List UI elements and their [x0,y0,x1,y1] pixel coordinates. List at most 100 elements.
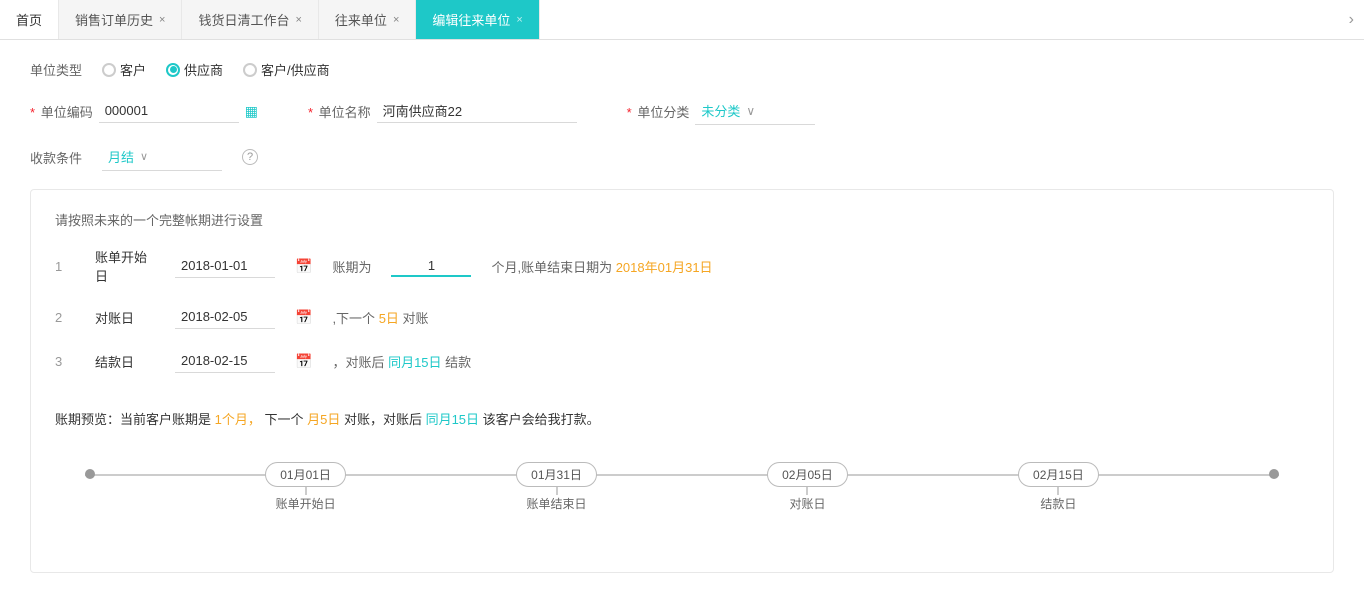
tab-bar: 首页 销售订单历史 × 钱货日清工作台 × 往来单位 × 编辑往来单位 × › [0,0,1364,40]
unit-category-field: * 单位分类 未分类 ∨ [627,97,816,125]
tab-cash-desk-label: 钱货日清工作台 [198,10,289,29]
unit-code-label: * 单位编码 [30,102,93,121]
timeline-node-3: 02月05日 对账日 [767,462,848,512]
tab-sales-history-close[interactable]: × [159,14,165,26]
step-3-row: 3 结款日 📅 ，对账后 同月15日 结款 [55,349,1309,373]
radio-customer-circle [102,63,116,77]
payment-terms-dropdown[interactable]: 月结 ∨ [102,143,222,171]
timeline-label-4: 结款日 [1040,495,1076,512]
unit-name-label: * 单位名称 [308,102,371,121]
step-3-desc: ，对账后 同月15日 结款 [332,352,471,371]
timeline-connector-4 [1057,487,1059,495]
tab-edit-partner[interactable]: 编辑往来单位 × [416,0,539,39]
timeline-label-3: 对账日 [789,495,825,512]
tab-partner[interactable]: 往来单位 × [319,0,416,39]
timeline-badge-1: 01月01日 [265,462,346,487]
unit-category-arrow: ∨ [746,104,755,118]
tab-sales-history[interactable]: 销售订单历史 × [59,0,182,39]
timeline-connector-2 [556,487,558,495]
timeline-connector-1 [305,487,307,495]
payment-terms-arrow: ∨ [140,150,148,163]
step-1-calendar-icon[interactable]: 📅 [295,258,312,275]
unit-code-star: * [30,105,35,120]
radio-both-label: 客户/供应商 [261,60,330,79]
step-1-desc-before: 账期为 [332,257,371,276]
preview-date: 月5日 [307,412,340,427]
payment-terms-label: 收款条件 [30,148,82,167]
preview-payment: 同月15日 [426,412,479,427]
timeline-container: 01月01日 账单开始日 01月31日 账单结束日 02月05日 对账日 [55,452,1309,552]
unit-name-star: * [308,105,313,120]
timeline-label-1: 账单开始日 [276,495,336,512]
step-3-num: 3 [55,354,75,369]
timeline-node-4: 02月15日 结款日 [1018,462,1099,512]
unit-category-star: * [627,105,632,120]
radio-supplier-circle [166,63,180,77]
unit-name-input[interactable] [377,99,577,123]
main-content: 单位类型 客户 供应商 客户/供应商 * 单位编码 ▦ [0,40,1364,608]
step-3-calendar-icon[interactable]: 📅 [295,353,312,370]
step-2-highlight: 5日 [379,311,399,326]
radio-both-circle [243,63,257,77]
tab-bar-arrow[interactable]: › [1339,0,1364,39]
step-1-period-input[interactable] [391,256,471,277]
step-3-label: 结款日 [95,352,155,371]
timeline-node-1: 01月01日 账单开始日 [265,462,346,512]
unit-category-label: * 单位分类 [627,102,690,121]
radio-customer-label: 客户 [120,60,146,79]
timeline-badge-4: 02月15日 [1018,462,1099,487]
step-2-calendar-icon[interactable]: 📅 [295,309,312,326]
unit-category-dropdown[interactable]: 未分类 ∨ [695,97,815,125]
step-1-desc-after: 个月,账单结束日期为 2018年01月31日 [491,257,712,276]
step-1-date-input[interactable] [175,254,275,278]
unit-code-field: * 单位编码 ▦ [30,99,258,123]
timeline-badge-2: 01月31日 [516,462,597,487]
step-1-num: 1 [55,259,75,274]
preview-section: 账期预览：当前客户账期是 1个月， 下一个 月5日 对账，对账后 同月15日 该… [55,393,1309,444]
unit-code-icon[interactable]: ▦ [245,103,258,120]
timeline-label-2: 账单结束日 [527,495,587,512]
timeline-end [1269,462,1279,479]
step-1-row: 1 账单开始日 📅 账期为 个月,账单结束日期为 2018年01月31日 [55,247,1309,285]
tab-partner-close[interactable]: × [393,14,399,26]
step-1-end-date: 2018年01月31日 [616,260,713,275]
tab-sales-history-label: 销售订单历史 [75,10,153,29]
unit-code-input[interactable] [99,99,239,123]
step-2-row: 2 对账日 📅 ,下一个 5日 对账 [55,305,1309,329]
preview-text: 账期预览：当前客户账期是 1个月， 下一个 月5日 对账，对账后 同月15日 该… [55,412,600,427]
timeline-nodes: 01月01日 账单开始日 01月31日 账单结束日 02月05日 对账日 [85,462,1279,512]
step-1-label: 账单开始日 [95,247,155,285]
tab-cash-desk-close[interactable]: × [295,14,301,26]
tab-home[interactable]: 首页 [0,0,59,39]
timeline-end-dot [1269,469,1279,479]
step-2-label: 对账日 [95,308,155,327]
step-3-date-input[interactable] [175,349,275,373]
unit-type-radio-group: 客户 供应商 客户/供应商 [102,60,330,79]
preview-period: 1个月， [215,412,261,427]
help-icon[interactable]: ? [242,149,258,165]
unit-type-label: 单位类型 [30,60,82,79]
timeline-badge-3: 02月05日 [767,462,848,487]
step-2-num: 2 [55,310,75,325]
timeline-node-2: 01月31日 账单结束日 [516,462,597,512]
unit-fields-row: * 单位编码 ▦ * 单位名称 * 单位分类 未分类 ∨ [30,97,1334,125]
settings-card: 请按照未来的一个完整帐期进行设置 1 账单开始日 📅 账期为 个月,账单结束日期… [30,189,1334,573]
payment-terms-row: 收款条件 月结 ∨ ? [30,143,1334,171]
radio-supplier[interactable]: 供应商 [166,60,223,79]
timeline-start-dot [85,469,95,479]
unit-name-field: * 单位名称 [308,99,577,123]
step-2-desc: ,下一个 5日 对账 [332,308,428,327]
card-title: 请按照未来的一个完整帐期进行设置 [55,210,1309,229]
tab-edit-partner-label: 编辑往来单位 [432,10,510,29]
step-2-date-input[interactable] [175,305,275,329]
radio-customer[interactable]: 客户 [102,60,146,79]
step-3-highlight: 同月15日 [388,355,441,370]
timeline-connector-3 [806,487,808,495]
timeline-start [85,462,95,479]
tab-partner-label: 往来单位 [335,10,387,29]
radio-both[interactable]: 客户/供应商 [243,60,330,79]
tab-cash-desk[interactable]: 钱货日清工作台 × [182,0,318,39]
tab-home-label: 首页 [16,10,42,29]
tab-edit-partner-close[interactable]: × [516,14,522,26]
unit-type-row: 单位类型 客户 供应商 客户/供应商 [30,60,1334,79]
